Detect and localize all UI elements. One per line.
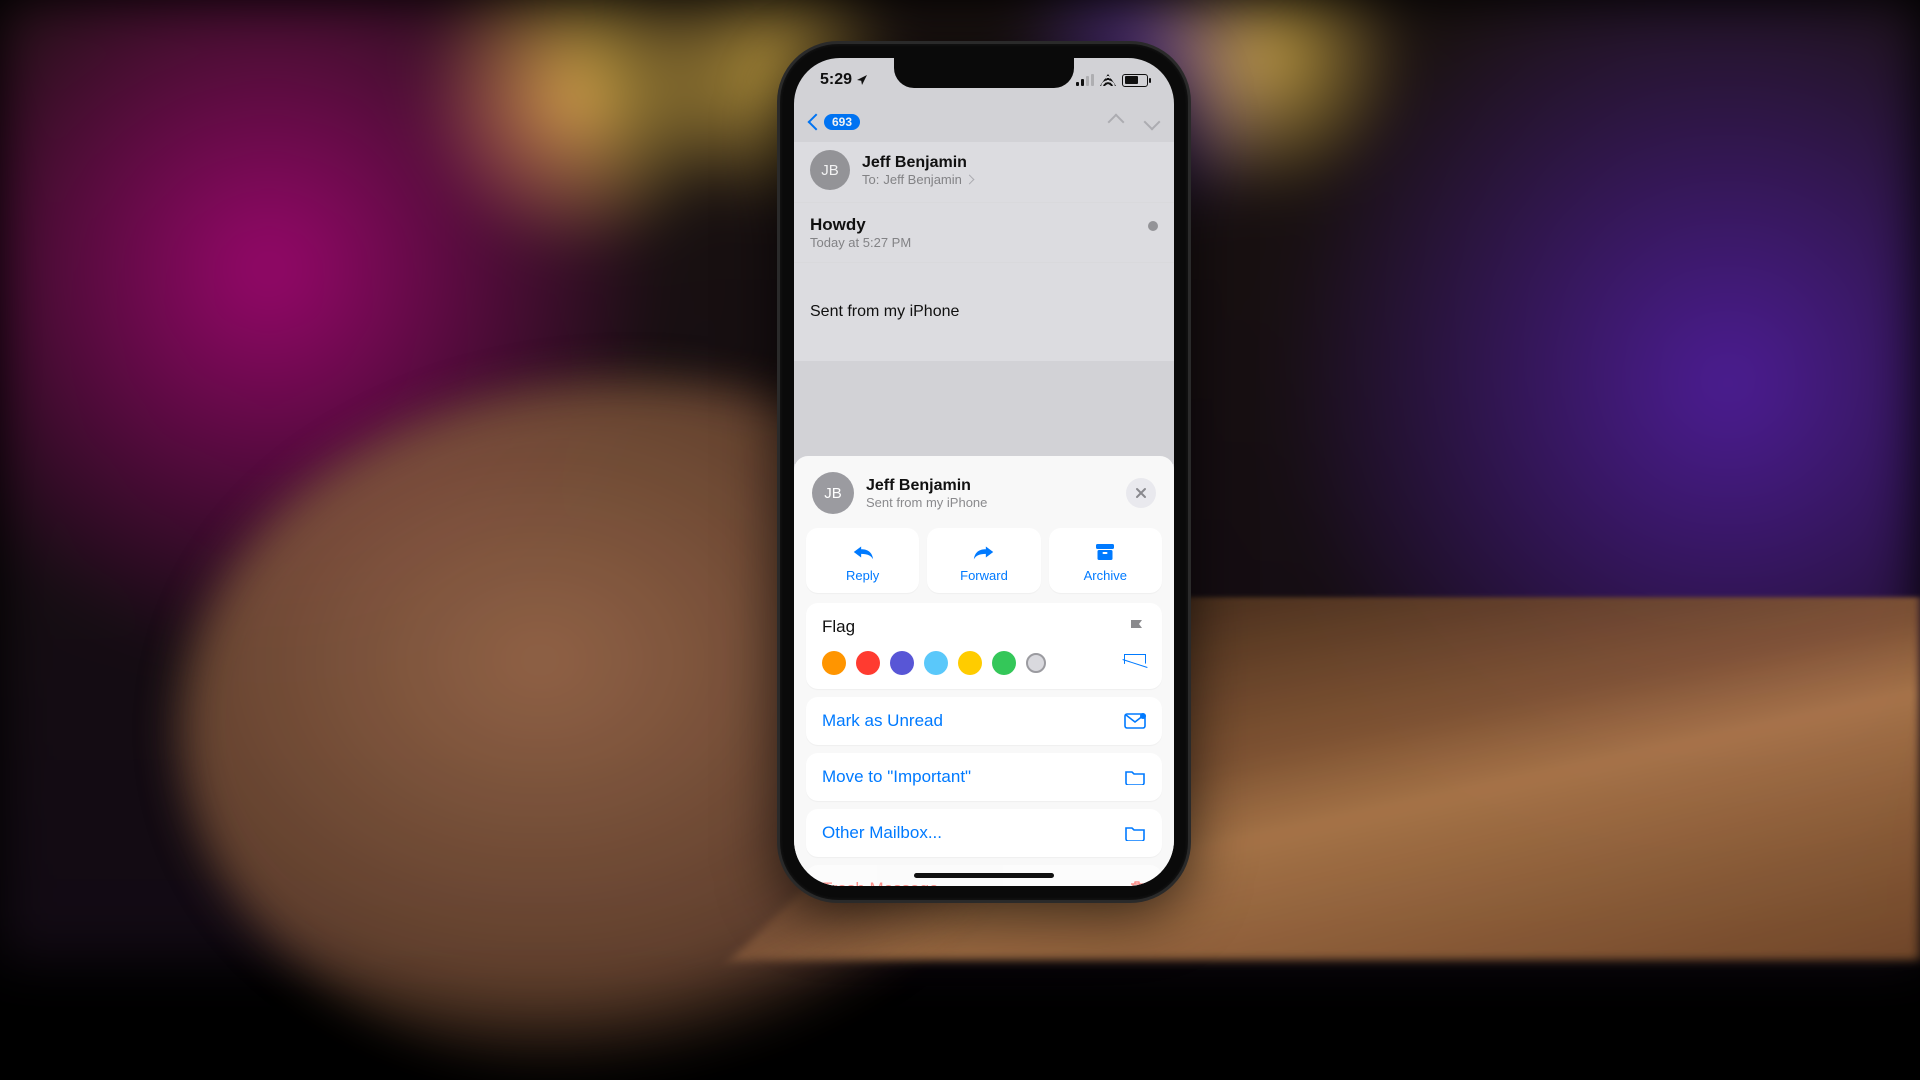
flag-color-yellow[interactable]	[958, 651, 982, 675]
prev-message-button[interactable]	[1108, 114, 1125, 131]
flag-color-row	[822, 651, 1146, 675]
to-name: Jeff Benjamin	[883, 172, 962, 187]
sender-name[interactable]: Jeff Benjamin	[862, 154, 973, 172]
flag-card: Flag	[806, 603, 1162, 689]
other-mailbox-label: Other Mailbox...	[822, 823, 942, 843]
folder-icon	[1124, 769, 1146, 785]
status-dot-icon	[1148, 221, 1158, 231]
sheet-sender-name: Jeff Benjamin	[866, 477, 1114, 495]
flag-icon	[1128, 618, 1146, 636]
archive-label: Archive	[1084, 568, 1127, 583]
move-to-important-button[interactable]: Move to "Important"	[806, 753, 1162, 801]
location-arrow-icon	[856, 74, 868, 86]
flag-color-blue[interactable]	[924, 651, 948, 675]
screen: 5:29 693	[794, 58, 1174, 886]
device-notch	[894, 58, 1074, 88]
unflag-icon[interactable]	[1124, 654, 1146, 672]
reply-label: Reply	[846, 568, 879, 583]
wifi-icon	[1100, 74, 1116, 86]
subject-title: Howdy	[810, 215, 911, 235]
sheet-avatar: JB	[812, 472, 854, 514]
back-button[interactable]: 693	[810, 114, 860, 130]
other-mailbox-button[interactable]: Other Mailbox...	[806, 809, 1162, 857]
trash-label: Trash Message	[822, 879, 939, 886]
sheet-header: JB Jeff Benjamin Sent from my iPhone	[802, 466, 1166, 528]
iphone-device-frame: 5:29 693	[780, 44, 1188, 900]
reply-icon	[851, 542, 875, 562]
mark-unread-button[interactable]: Mark as Unread	[806, 697, 1162, 745]
envelope-dot-icon	[1124, 713, 1146, 729]
move-important-label: Move to "Important"	[822, 767, 971, 787]
forward-label: Forward	[960, 568, 1008, 583]
flag-color-gray[interactable]	[1026, 653, 1046, 673]
chevron-right-icon	[964, 174, 974, 184]
flag-color-green[interactable]	[992, 651, 1016, 675]
flag-color-purple[interactable]	[890, 651, 914, 675]
reply-button[interactable]: Reply	[806, 528, 919, 593]
message-header: JB Jeff Benjamin To: Jeff Benjamin	[794, 142, 1174, 203]
archive-button[interactable]: Archive	[1049, 528, 1162, 593]
sender-avatar[interactable]: JB	[810, 150, 850, 190]
subject-row: Howdy Today at 5:27 PM	[794, 203, 1174, 263]
subject-timestamp: Today at 5:27 PM	[810, 235, 911, 250]
signature-text: Sent from my iPhone	[810, 303, 959, 320]
flag-color-red[interactable]	[856, 651, 880, 675]
forward-icon	[972, 542, 996, 562]
home-indicator[interactable]	[914, 873, 1054, 878]
archive-icon	[1093, 542, 1117, 562]
mark-unread-label: Mark as Unread	[822, 711, 943, 731]
sheet-preview-text: Sent from my iPhone	[866, 495, 1114, 510]
forward-button[interactable]: Forward	[927, 528, 1040, 593]
recipient-line[interactable]: To: Jeff Benjamin	[862, 172, 973, 187]
close-icon	[1135, 487, 1147, 499]
action-sheet: JB Jeff Benjamin Sent from my iPhone Rep	[794, 456, 1174, 886]
trash-icon	[1128, 879, 1146, 886]
to-prefix: To:	[862, 172, 879, 187]
status-time: 5:29	[820, 71, 852, 89]
next-message-button[interactable]	[1144, 114, 1161, 131]
flag-color-orange[interactable]	[822, 651, 846, 675]
nav-bar: 693	[794, 102, 1174, 142]
chevron-left-icon	[808, 114, 825, 131]
cell-signal-icon	[1076, 74, 1094, 86]
message-body[interactable]: Sent from my iPhone	[794, 263, 1174, 361]
battery-icon	[1122, 74, 1148, 87]
folder-icon	[1124, 825, 1146, 841]
close-sheet-button[interactable]	[1126, 478, 1156, 508]
flag-label: Flag	[822, 617, 855, 637]
primary-actions: Reply Forward Ar	[802, 528, 1166, 603]
inbox-count-badge: 693	[824, 114, 860, 130]
